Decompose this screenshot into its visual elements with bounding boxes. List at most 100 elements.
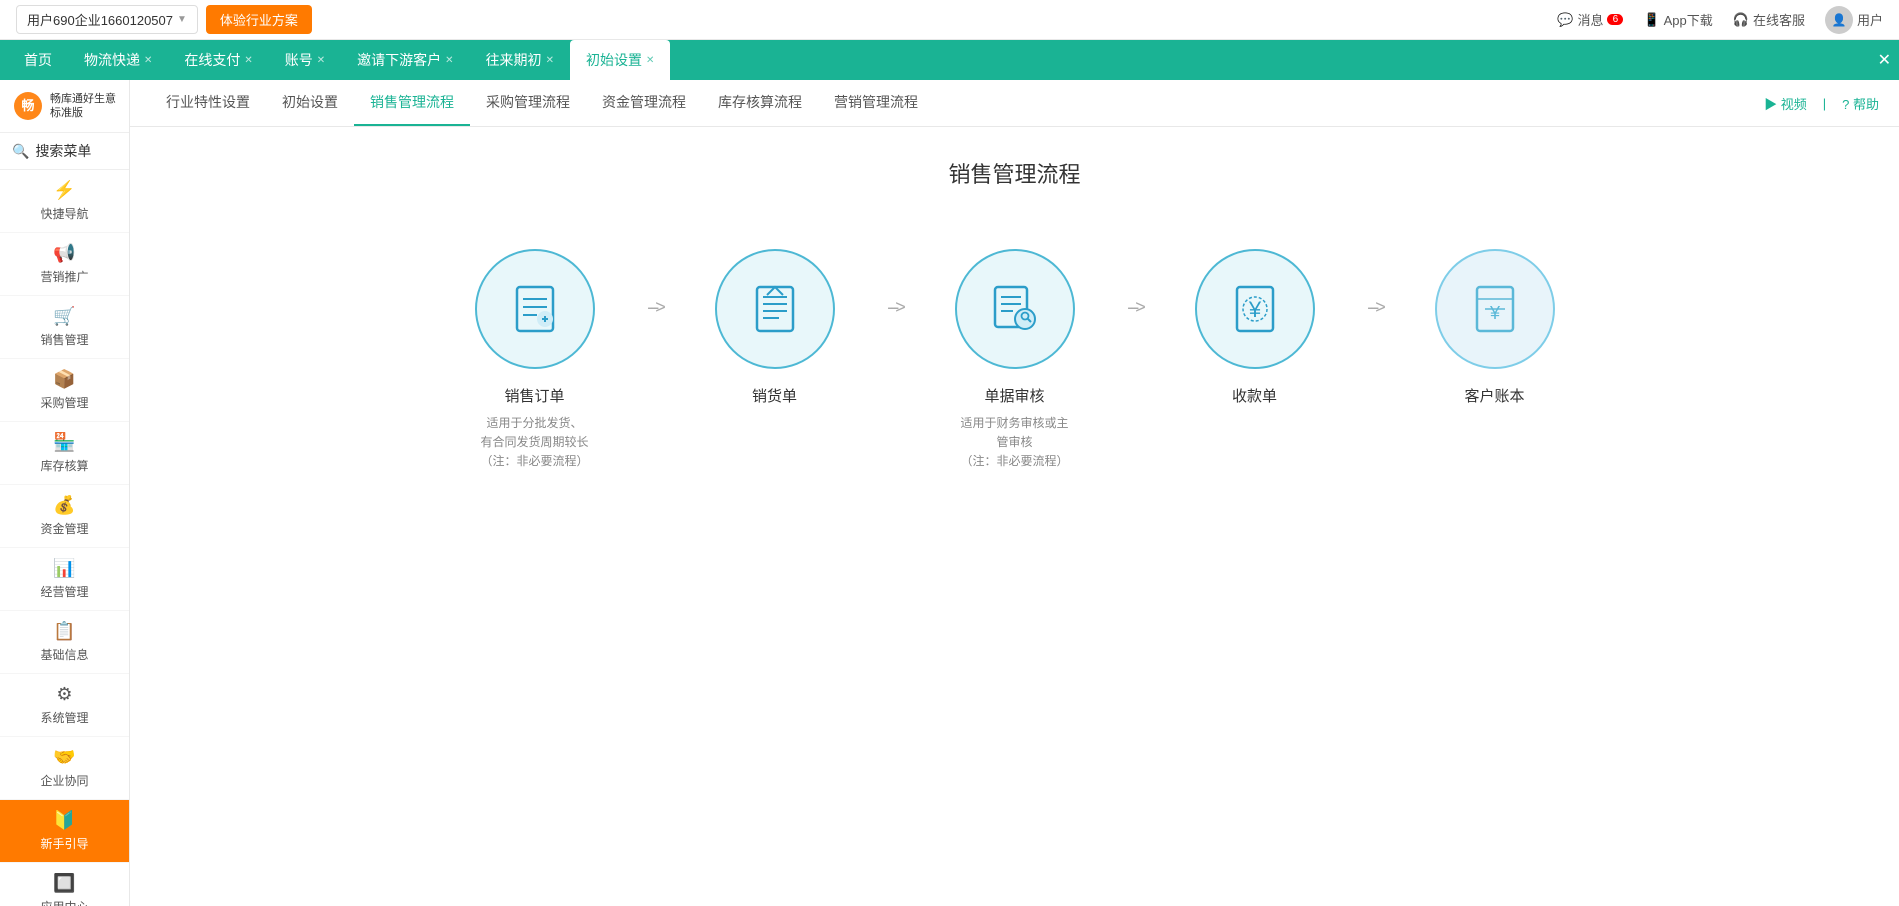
subtab-sales-flow[interactable]: 销售管理流程 bbox=[354, 80, 470, 126]
trial-button[interactable]: 体验行业方案 bbox=[206, 5, 312, 34]
flow-arrow-3: - - -> bbox=[1105, 249, 1165, 318]
subtab-label-purchase-flow: 采购管理流程 bbox=[486, 94, 570, 110]
main-layout: 畅 畅库通好生意 标准版 🔍 搜索菜单 ⚡ 快捷导航 📢 营销推广 🛒 销售管理… bbox=[0, 80, 1899, 906]
flow-desc-sales-order: 适用于分批发货、有合同发货周期较长（注：非必要流程） bbox=[480, 414, 588, 472]
sidebar-item-inventory[interactable]: 🏪 库存核算 bbox=[0, 422, 129, 485]
marketing-icon: 📢 bbox=[53, 243, 75, 264]
sidebar-label-inventory: 库存核算 bbox=[40, 457, 88, 474]
svg-text:畅: 畅 bbox=[21, 98, 34, 113]
subtab-inventory-flow[interactable]: 库存核算流程 bbox=[702, 80, 818, 126]
sidebar-item-system[interactable]: ⚙ 系统管理 bbox=[0, 674, 129, 737]
sidebar-label-marketing: 营销推广 bbox=[40, 268, 88, 285]
sidebar-item-purchase[interactable]: 📦 采购管理 bbox=[0, 359, 129, 422]
message-badge: 6 bbox=[1607, 14, 1623, 25]
message-label: 消息 bbox=[1577, 10, 1603, 29]
close-all-icon[interactable]: ✕ bbox=[1878, 50, 1891, 70]
user-item[interactable]: 👤 用户 bbox=[1825, 6, 1883, 34]
sidebar-item-apps[interactable]: 🔲 应用中心 bbox=[0, 863, 129, 906]
sidebar-item-collab[interactable]: 🤝 企业协同 bbox=[0, 737, 129, 800]
page-title: 销售管理流程 bbox=[190, 157, 1839, 189]
sidebar-search[interactable]: 🔍 搜索菜单 bbox=[0, 133, 129, 170]
message-icon: 💬 bbox=[1557, 12, 1573, 28]
subtab-label-inventory-flow: 库存核算流程 bbox=[718, 94, 802, 110]
subtab-marketing-flow[interactable]: 营销管理流程 bbox=[818, 80, 934, 126]
flow-arrow-1: - - -> bbox=[625, 249, 685, 318]
sidebar-item-operations[interactable]: 📊 经营管理 bbox=[0, 548, 129, 611]
svg-text:¥: ¥ bbox=[1247, 297, 1261, 322]
nav-tabs: 首页 物流快递 ✕ 在线支付 ✕ 账号 ✕ 邀请下游客户 ✕ 往来期初 ✕ 初始… bbox=[0, 40, 1899, 80]
flow-label-account-book: 客户账本 bbox=[1464, 385, 1524, 406]
sidebar-label-operations: 经营管理 bbox=[40, 583, 88, 600]
sidebar-item-finance[interactable]: 💰 资金管理 bbox=[0, 485, 129, 548]
subtab-label-marketing-flow: 营销管理流程 bbox=[834, 94, 918, 110]
flow-item-sales-order[interactable]: 销售订单 适用于分批发货、有合同发货周期较长（注：非必要流程） bbox=[445, 249, 625, 472]
online-service-item[interactable]: 🎧 在线客服 bbox=[1733, 10, 1805, 29]
sidebar-label-purchase: 采购管理 bbox=[40, 394, 88, 411]
sidebar-item-marketing[interactable]: 📢 营销推广 bbox=[0, 233, 129, 296]
sidebar-label-system: 系统管理 bbox=[40, 709, 88, 726]
sidebar-label-quick-nav: 快捷导航 bbox=[40, 205, 88, 222]
finance-icon: 💰 bbox=[53, 495, 75, 516]
flow-item-audit[interactable]: 单据审核 适用于财务审核或主管审核（注：非必要流程） bbox=[925, 249, 1105, 472]
top-bar: 用户690企业1660120507 ▼ 体验行业方案 💬 消息 6 📱 App下… bbox=[0, 0, 1899, 40]
user-selector-text: 用户690企业1660120507 bbox=[27, 10, 173, 29]
close-icon[interactable]: ✕ bbox=[646, 55, 654, 66]
user-selector[interactable]: 用户690企业1660120507 ▼ bbox=[16, 5, 198, 34]
nav-tab-account[interactable]: 账号 ✕ bbox=[269, 40, 341, 80]
logo-line1: 畅库通好生意 bbox=[50, 92, 116, 106]
nav-tab-logistics[interactable]: 物流快递 ✕ bbox=[68, 40, 168, 80]
app-download-label: App下载 bbox=[1664, 10, 1713, 29]
newbie-icon: 🔰 bbox=[53, 810, 75, 831]
nav-tab-payment[interactable]: 在线支付 ✕ bbox=[168, 40, 268, 80]
page-content: 销售管理流程 bbox=[130, 127, 1899, 502]
nav-tab-period[interactable]: 往来期初 ✕ bbox=[470, 40, 570, 80]
subtab-purchase-flow[interactable]: 采购管理流程 bbox=[470, 80, 586, 126]
sidebar-item-newbie[interactable]: 🔰 新手引导 bbox=[0, 800, 129, 863]
divider: | bbox=[1823, 96, 1826, 111]
sidebar-label-apps: 应用中心 bbox=[40, 898, 88, 906]
top-bar-left: 用户690企业1660120507 ▼ 体验行业方案 bbox=[16, 5, 312, 34]
help-link[interactable]: ? 帮助 bbox=[1842, 94, 1879, 113]
sidebar-item-basic[interactable]: 📋 基础信息 bbox=[0, 611, 129, 674]
subtab-industry[interactable]: 行业特性设置 bbox=[150, 80, 266, 126]
sidebar-label-basic: 基础信息 bbox=[40, 646, 88, 663]
close-icon[interactable]: ✕ bbox=[317, 55, 325, 66]
close-icon[interactable]: ✕ bbox=[144, 55, 152, 66]
sidebar-item-quick-nav[interactable]: ⚡ 快捷导航 bbox=[0, 170, 129, 233]
purchase-icon: 📦 bbox=[53, 369, 75, 390]
online-service-label: 在线客服 bbox=[1753, 10, 1805, 29]
close-icon[interactable]: ✕ bbox=[445, 55, 453, 66]
sub-tabs-actions: ▶ 视频 | ? 帮助 bbox=[1764, 94, 1879, 113]
top-bar-right: 💬 消息 6 📱 App下载 🎧 在线客服 👤 用户 bbox=[1557, 6, 1883, 34]
svg-text:¥: ¥ bbox=[1488, 303, 1500, 323]
period-tab-label: 往来期初 bbox=[486, 50, 542, 70]
nav-tab-invite[interactable]: 邀请下游客户 ✕ bbox=[341, 40, 469, 80]
nav-tab-home[interactable]: 首页 bbox=[8, 40, 68, 80]
sidebar-label-collab: 企业协同 bbox=[40, 772, 88, 789]
flow-circle-receipt: ¥ bbox=[1195, 249, 1315, 369]
flow-item-receipt[interactable]: ¥ 收款单 bbox=[1165, 249, 1345, 414]
video-link[interactable]: ▶ 视频 bbox=[1764, 94, 1807, 113]
user-name-label: 用户 bbox=[1857, 10, 1883, 29]
flow-label-delivery: 销货单 bbox=[752, 385, 797, 406]
subtab-init[interactable]: 初始设置 bbox=[266, 80, 354, 126]
chevron-down-icon: ▼ bbox=[177, 14, 187, 25]
sidebar-item-sales[interactable]: 🛒 销售管理 bbox=[0, 296, 129, 359]
flow-circle-account-book: ¥ bbox=[1435, 249, 1555, 369]
app-download-item[interactable]: 📱 App下载 bbox=[1643, 10, 1712, 29]
quick-nav-icon: ⚡ bbox=[53, 180, 75, 201]
close-icon[interactable]: ✕ bbox=[244, 55, 252, 66]
flow-label-audit: 单据审核 bbox=[984, 385, 1044, 406]
close-icon[interactable]: ✕ bbox=[546, 55, 554, 66]
sidebar-label-sales: 销售管理 bbox=[40, 331, 88, 348]
logo-text: 畅库通好生意 标准版 bbox=[50, 92, 116, 121]
operations-icon: 📊 bbox=[53, 558, 75, 579]
subtab-label-init: 初始设置 bbox=[282, 94, 338, 110]
subtab-finance-flow[interactable]: 资金管理流程 bbox=[586, 80, 702, 126]
flow-item-delivery[interactable]: 销货单 bbox=[685, 249, 865, 414]
subtab-label-sales-flow: 销售管理流程 bbox=[370, 94, 454, 110]
flow-arrow-2: - - -> bbox=[865, 249, 925, 318]
flow-item-account-book[interactable]: ¥ 客户账本 bbox=[1405, 249, 1585, 414]
nav-tab-init[interactable]: 初始设置 ✕ bbox=[570, 40, 670, 80]
message-item[interactable]: 💬 消息 6 bbox=[1557, 10, 1623, 29]
